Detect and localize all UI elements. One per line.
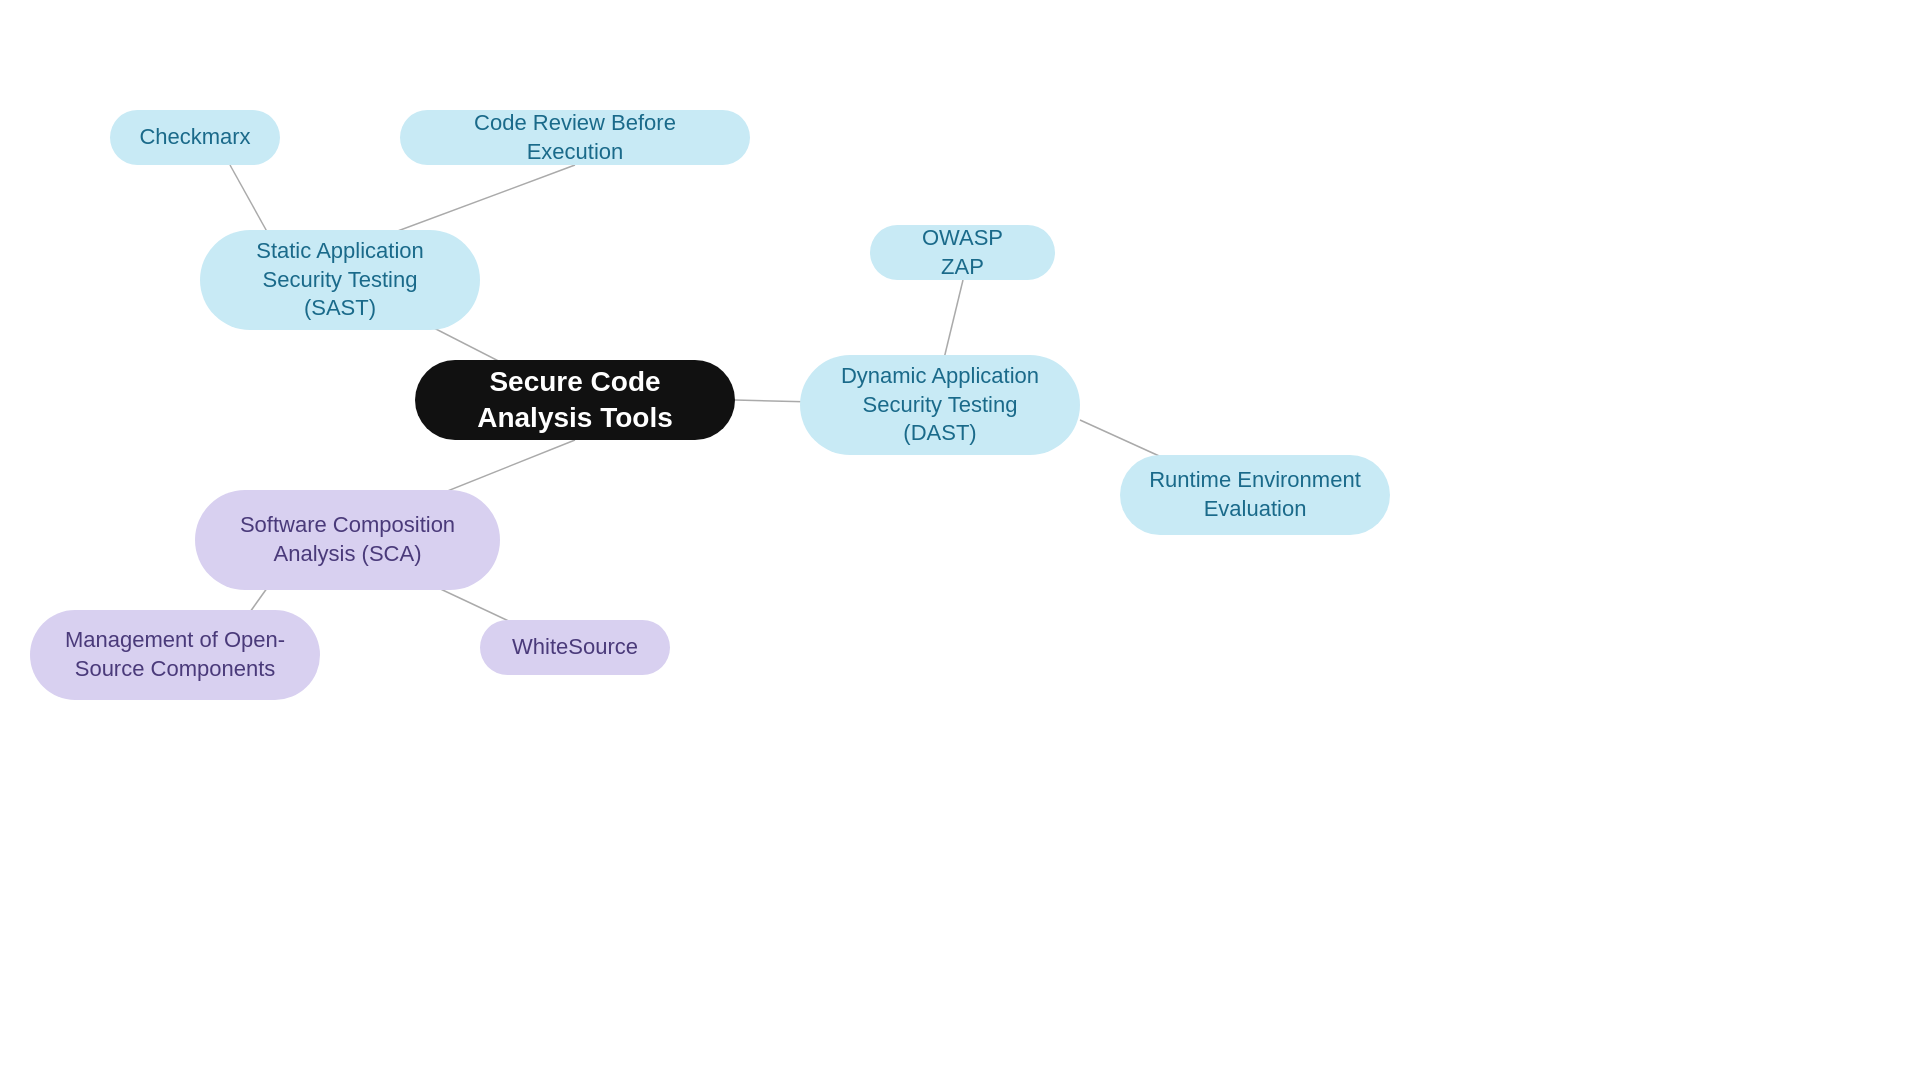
owasp-node: OWASP ZAP bbox=[870, 225, 1055, 280]
codereview-node: Code Review Before Execution bbox=[400, 110, 750, 165]
dast-node: Dynamic Application Security Testing (DA… bbox=[800, 355, 1080, 455]
center-node: Secure Code Analysis Tools bbox=[415, 360, 735, 440]
runtime-node: Runtime Environment Evaluation bbox=[1120, 455, 1390, 535]
management-node: Management of Open-Source Components bbox=[30, 610, 320, 700]
sast-node: Static Application Security Testing (SAS… bbox=[200, 230, 480, 330]
checkmarx-node: Checkmarx bbox=[110, 110, 280, 165]
whitesource-node: WhiteSource bbox=[480, 620, 670, 675]
sca-node: Software Composition Analysis (SCA) bbox=[195, 490, 500, 590]
